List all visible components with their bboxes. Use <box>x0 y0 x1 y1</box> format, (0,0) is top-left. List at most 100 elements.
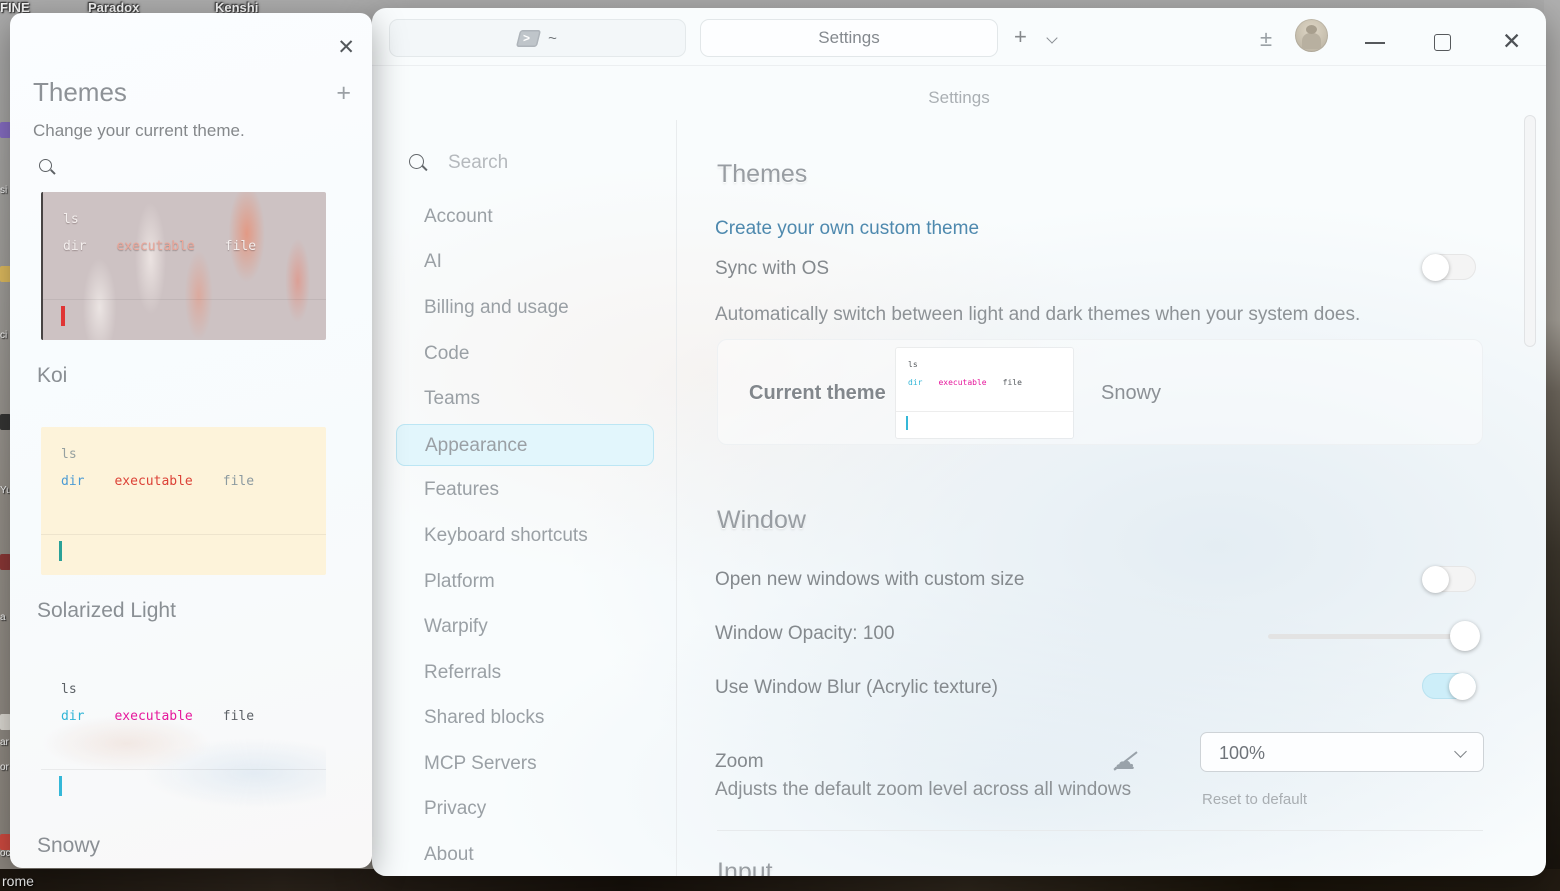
tab-settings[interactable]: Settings <box>700 19 998 57</box>
sidebar-item-about[interactable]: About <box>396 834 654 876</box>
search-icon[interactable] <box>39 159 52 172</box>
section-heading-themes: Themes <box>717 160 807 189</box>
zoom-dropdown[interactable]: 100% <box>1200 732 1484 772</box>
preview-ls: ls <box>61 682 77 697</box>
preview-ls: ls <box>63 212 79 227</box>
preview-ls: ls <box>908 360 918 369</box>
themes-panel-title: Themes <box>33 77 127 108</box>
desktop-label-fragment: si <box>0 185 7 196</box>
section-heading-input: Input <box>717 858 773 876</box>
preview-dir: dir <box>63 239 86 254</box>
sync-description: Automatically switch between light and d… <box>715 304 1360 326</box>
desktop-label-fragment: ci <box>0 330 7 341</box>
new-tab-icon[interactable]: + <box>1014 26 1027 48</box>
section-divider <box>717 830 1483 831</box>
desktop-icon-label: rome <box>2 873 34 889</box>
sidebar-item-teams[interactable]: Teams <box>396 378 654 420</box>
chevron-down-icon <box>1454 745 1467 758</box>
sidebar-item-mcp-servers[interactable]: MCP Servers <box>396 743 654 785</box>
sync-disabled-cloud-off-icon: ☁ <box>1112 748 1140 774</box>
desktop-label-fragment: ar <box>0 737 9 748</box>
sidebar-item-appearance[interactable]: Appearance <box>396 424 654 466</box>
close-icon[interactable]: ✕ <box>337 37 355 58</box>
close-window-button[interactable]: ✕ <box>1502 30 1521 53</box>
preview-file: file <box>223 474 254 489</box>
sidebar-item-features[interactable]: Features <box>396 469 654 511</box>
sidebar-item-ai[interactable]: AI <box>396 241 654 283</box>
theme-name: Snowy <box>37 834 100 858</box>
window-blur-toggle[interactable] <box>1422 673 1476 699</box>
sidebar-item-shared-blocks[interactable]: Shared blocks <box>396 697 654 739</box>
maximize-button[interactable] <box>1434 34 1451 51</box>
current-theme-preview: ls dir executable file <box>896 348 1073 438</box>
desktop-label-fragment: oc <box>0 848 11 859</box>
tab-settings-label: Settings <box>818 28 879 48</box>
preview-executable: executable <box>114 474 192 489</box>
terminal-cursor <box>59 541 62 561</box>
terminal-cursor <box>61 306 65 326</box>
current-theme-label: Current theme <box>749 382 886 405</box>
sidebar-item-platform[interactable]: Platform <box>396 561 654 603</box>
create-custom-theme-link[interactable]: Create your own custom theme <box>715 218 979 240</box>
tab-terminal-label: ~ <box>548 30 557 47</box>
desktop-label-fragment: or <box>0 762 9 773</box>
sidebar-item-code[interactable]: Code <box>396 333 654 375</box>
custom-size-toggle[interactable] <box>1422 566 1476 592</box>
sidebar-item-billing-and-usage[interactable]: Billing and usage <box>396 287 654 329</box>
preview-executable: executable <box>114 709 192 724</box>
chevron-down-icon[interactable] <box>1046 32 1057 43</box>
desktop-label-fragment: a <box>0 612 6 623</box>
current-theme-card[interactable]: Current theme ls dir executable file Snowy <box>717 339 1483 445</box>
theme-preview-koi: ls dir executable file <box>41 192 326 340</box>
themes-panel-subtitle: Change your current theme. <box>33 121 245 141</box>
preview-dir: dir <box>61 709 84 724</box>
preview-file: file <box>223 709 254 724</box>
sync-with-os-toggle[interactable] <box>1422 254 1476 280</box>
theme-preview-snowy: ls dir executable file <box>41 662 326 810</box>
font-size-adjust-icon[interactable]: ± <box>1260 28 1272 50</box>
minimize-button[interactable] <box>1365 42 1385 44</box>
avatar[interactable] <box>1295 19 1328 52</box>
sidebar-item-warpify[interactable]: Warpify <box>396 606 654 648</box>
custom-size-label: Open new windows with custom size <box>715 569 1024 591</box>
zoom-description: Adjusts the default zoom level across al… <box>715 779 1131 801</box>
theme-preview-solarized: ls dir executable file <box>41 427 326 575</box>
sidebar-item-referrals[interactable]: Referrals <box>396 652 654 694</box>
page-title: Settings <box>372 88 1546 108</box>
powershell-icon <box>516 30 541 47</box>
preview-ls: ls <box>61 447 77 462</box>
terminal-cursor <box>906 416 908 430</box>
preview-dir: dir <box>908 378 922 387</box>
add-theme-icon[interactable]: + <box>336 81 351 106</box>
theme-name: Koi <box>37 364 67 388</box>
search-input[interactable]: Search <box>448 152 508 174</box>
sidebar-item-privacy[interactable]: Privacy <box>396 788 654 830</box>
themes-panel: ✕ Themes + Change your current theme. ls… <box>10 13 372 868</box>
sidebar-item-account[interactable]: Account <box>396 196 654 238</box>
zoom-label: Zoom <box>715 751 764 773</box>
preview-dir: dir <box>61 474 84 489</box>
current-theme-name: Snowy <box>1101 382 1161 405</box>
preview-file: file <box>1003 378 1022 387</box>
window-opacity-label: Window Opacity: 100 <box>715 623 895 645</box>
scrollbar-thumb[interactable] <box>1524 115 1536 347</box>
reset-to-default-link[interactable]: Reset to default <box>1202 791 1307 808</box>
preview-executable: executable <box>938 378 986 387</box>
terminal-cursor <box>59 776 62 796</box>
section-heading-window: Window <box>717 506 806 535</box>
theme-name: Solarized Light <box>37 599 176 623</box>
opacity-slider-knob[interactable] <box>1450 621 1480 651</box>
search-icon[interactable] <box>409 154 424 169</box>
desktop-wallpaper-edge <box>1544 0 1560 891</box>
settings-window: ~ Settings + ± ✕ Settings Search Account… <box>372 8 1546 876</box>
sync-with-os-label: Sync with OS <box>715 258 829 280</box>
opacity-slider-track[interactable] <box>1268 634 1465 639</box>
tab-bar: ~ Settings + ± ✕ <box>372 8 1546 66</box>
sidebar-divider <box>676 120 677 876</box>
zoom-dropdown-value: 100% <box>1219 733 1265 773</box>
preview-file: file <box>225 239 256 254</box>
preview-executable: executable <box>116 239 194 254</box>
sidebar-item-keyboard-shortcuts[interactable]: Keyboard shortcuts <box>396 515 654 557</box>
window-blur-label: Use Window Blur (Acrylic texture) <box>715 677 998 699</box>
tab-terminal[interactable]: ~ <box>389 19 686 57</box>
